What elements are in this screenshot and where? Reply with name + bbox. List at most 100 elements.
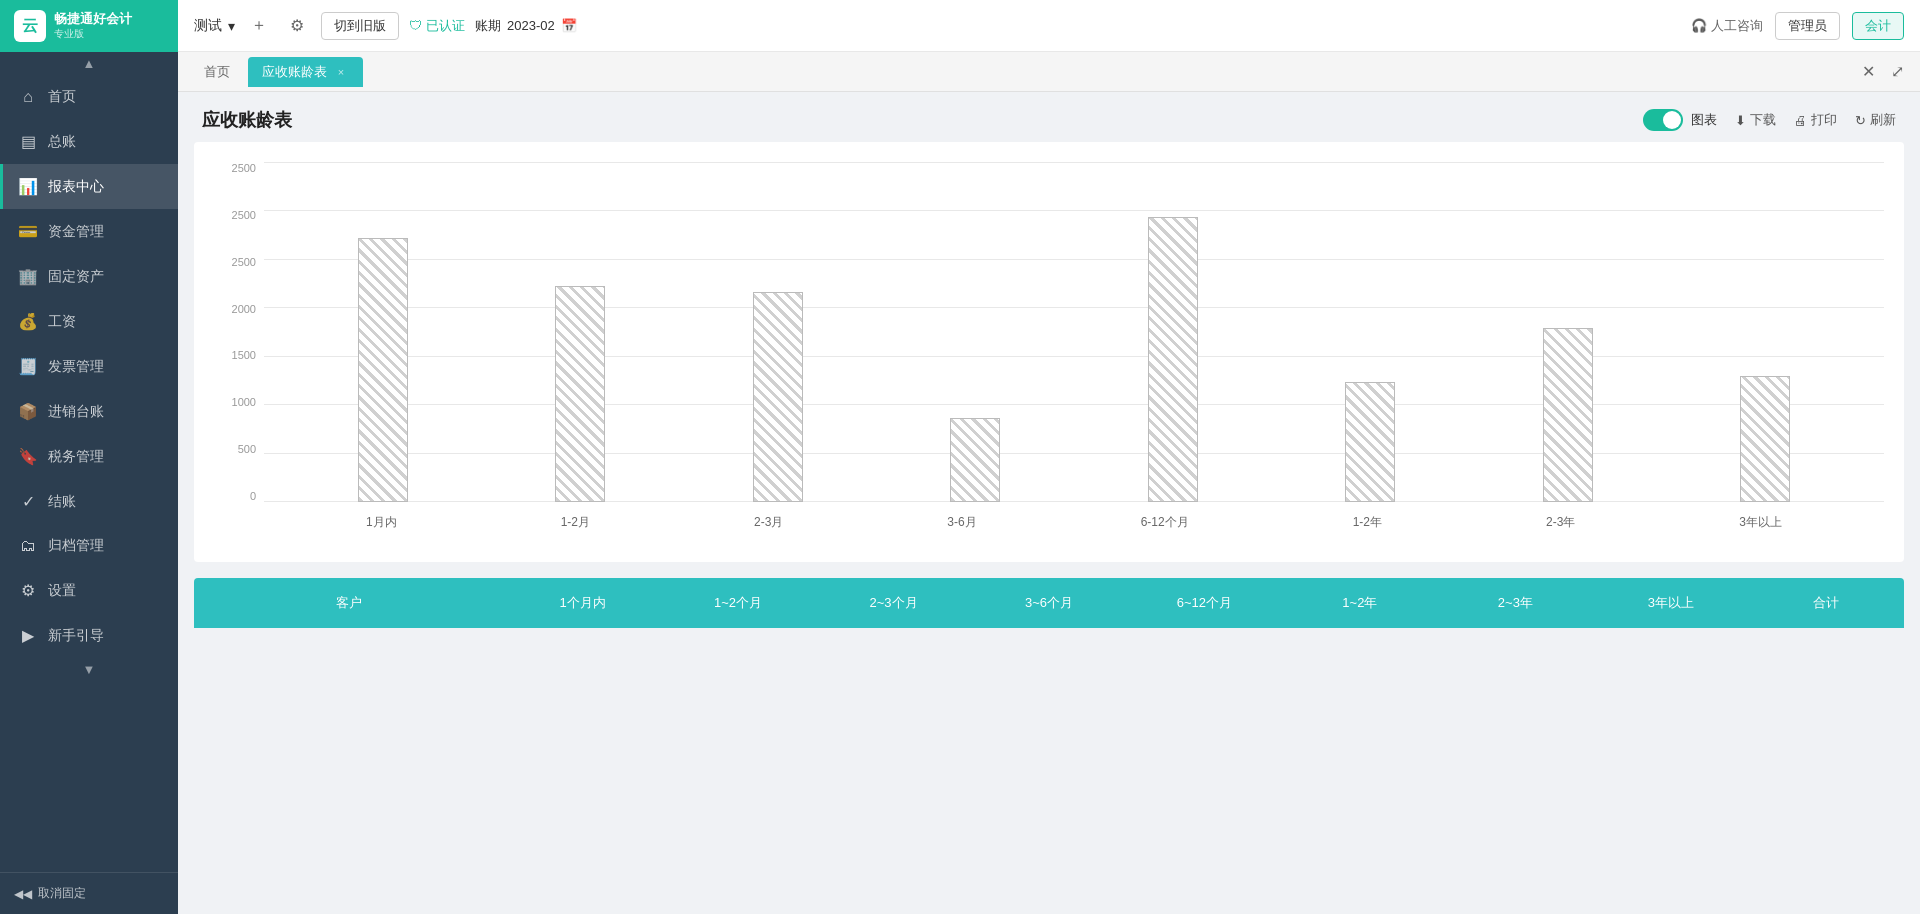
sidebar-item-label: 结账 [48, 493, 76, 511]
sidebar-item-purchase-sales[interactable]: 📦 进销台账 [0, 389, 178, 434]
sidebar-item-guide[interactable]: ▶ 新手引导 [0, 613, 178, 658]
bar-rect-5 [1345, 382, 1395, 502]
purchase-icon: 📦 [18, 402, 38, 421]
sidebar-item-tax[interactable]: 🔖 税务管理 [0, 434, 178, 479]
ledger-icon: ▤ [18, 132, 38, 151]
y-label-2000: 2000 [232, 303, 256, 315]
sidebar-item-payroll[interactable]: 💰 工资 [0, 299, 178, 344]
home-tab-label: 首页 [204, 63, 230, 81]
consult-button[interactable]: 🎧 人工咨询 [1691, 17, 1763, 35]
fixed-assets-icon: 🏢 [18, 267, 38, 286]
manager-button[interactable]: 管理员 [1775, 12, 1840, 40]
page-title: 应收账龄表 [202, 108, 292, 132]
bar-group-1-2月 [555, 286, 605, 502]
sidebar-item-invoice[interactable]: 🧾 发票管理 [0, 344, 178, 389]
sidebar-item-label: 首页 [48, 88, 76, 106]
sidebar-item-label: 报表中心 [48, 178, 104, 196]
y-label-2500-2: 2500 [232, 209, 256, 221]
sidebar-item-label: 发票管理 [48, 358, 104, 376]
sidebar-item-home[interactable]: ⌂ 首页 [0, 75, 178, 119]
cert-status: 🛡 已认证 [409, 17, 465, 35]
toggle-track[interactable] [1643, 109, 1683, 131]
calendar-icon[interactable]: 📅 [561, 18, 577, 33]
chart-bars [264, 162, 1884, 502]
accountant-button[interactable]: 会计 [1852, 12, 1904, 40]
tab-close-button[interactable]: ✕ [1858, 58, 1879, 85]
x-label-6: 2-3年 [1546, 514, 1575, 531]
sidebar-item-report-center[interactable]: 📊 报表中心 [0, 164, 178, 209]
download-button[interactable]: ⬇ 下载 [1735, 111, 1776, 129]
page-actions: 图表 ⬇ 下载 🖨 打印 ↻ 刷新 [1643, 109, 1896, 131]
report-icon: 📊 [18, 177, 38, 196]
table-header-cell-8: 3年以上 [1593, 578, 1748, 628]
bar-group-1-2年 [1345, 382, 1395, 502]
download-label: 下载 [1750, 111, 1776, 129]
chart-toggle-label: 图表 [1691, 111, 1717, 129]
table-header-cell-3: 2~3个月 [816, 578, 971, 628]
refresh-button[interactable]: ↻ 刷新 [1855, 111, 1896, 129]
workspace-selector[interactable]: 测试 ▾ [194, 17, 235, 35]
archive-icon: 🗂 [18, 537, 38, 555]
download-icon: ⬇ [1735, 113, 1746, 128]
tab-home[interactable]: 首页 [190, 57, 244, 87]
settings-gear-button[interactable]: ⚙ [283, 12, 311, 40]
sidebar-logo: 云 畅捷通好会计 专业版 [0, 0, 178, 52]
bar-group-3年以上 [1740, 376, 1790, 502]
tab-label: 应收账龄表 [262, 63, 327, 81]
refresh-label: 刷新 [1870, 111, 1896, 129]
sidebar-item-label: 进销台账 [48, 403, 104, 421]
pin-icon: ◀◀ [14, 887, 32, 901]
bar-group-6-12个月 [1148, 217, 1198, 502]
table-header-cell-5: 6~12个月 [1127, 578, 1282, 628]
cert-label: 已认证 [426, 17, 465, 35]
chart-toggle[interactable]: 图表 [1643, 109, 1717, 131]
table-header-cell-9: 合计 [1749, 578, 1904, 628]
period-display: 账期 2023-02 📅 [475, 17, 577, 35]
sidebar-item-label: 资金管理 [48, 223, 104, 241]
tab-receivable-aging[interactable]: 应收账龄表 × [248, 57, 363, 87]
scroll-down-btn[interactable]: ▼ [0, 658, 178, 681]
sidebar-item-label: 工资 [48, 313, 76, 331]
x-label-7: 3年以上 [1739, 514, 1782, 531]
bar-rect-2 [753, 292, 803, 502]
sidebar-item-settings[interactable]: ⚙ 设置 [0, 568, 178, 613]
tax-icon: 🔖 [18, 447, 38, 466]
logo-sub: 专业版 [54, 27, 132, 41]
switch-version-button[interactable]: 切到旧版 [321, 12, 399, 40]
print-button[interactable]: 🖨 打印 [1794, 111, 1837, 129]
table-header-cell-1: 1个月内 [505, 578, 660, 628]
y-label-0: 0 [250, 490, 256, 502]
x-label-1: 1-2月 [561, 514, 590, 531]
table-header-cell-4: 3~6个月 [971, 578, 1126, 628]
x-label-0: 1月内 [366, 514, 397, 531]
topbar-right: 🎧 人工咨询 管理员 会计 [1691, 12, 1904, 40]
sidebar-item-fixed-assets[interactable]: 🏢 固定资产 [0, 254, 178, 299]
sidebar-item-general-ledger[interactable]: ▤ 总账 [0, 119, 178, 164]
x-label-4: 6-12个月 [1141, 514, 1189, 531]
scroll-up-btn[interactable]: ▲ [0, 52, 178, 75]
bar-rect-4 [1148, 217, 1198, 502]
cancel-fixed-btn[interactable]: ◀◀ 取消固定 [0, 872, 178, 914]
y-label-1000: 1000 [232, 396, 256, 408]
y-label-1500: 1500 [232, 349, 256, 361]
sidebar-item-closing[interactable]: ✓ 结账 [0, 479, 178, 524]
x-axis: 1月内1-2月2-3月3-6月6-12个月1-2年2-3年3年以上 [264, 502, 1884, 542]
sidebar-item-label: 新手引导 [48, 627, 104, 645]
bar-rect-7 [1740, 376, 1790, 502]
tab-close-icon[interactable]: × [333, 64, 349, 80]
closing-icon: ✓ [18, 492, 38, 511]
home-icon: ⌂ [18, 88, 38, 106]
add-button[interactable]: ＋ [245, 12, 273, 40]
period-label: 账期 [475, 17, 501, 35]
sidebar-item-label: 总账 [48, 133, 76, 151]
content-area: 应收账龄表 图表 ⬇ 下载 🖨 打印 ↻ 刷新 [178, 92, 1920, 914]
bar-group-3-6月 [950, 418, 1000, 502]
sidebar-item-archive[interactable]: 🗂 归档管理 [0, 524, 178, 568]
sidebar-nav: ▲ ⌂ 首页 ▤ 总账 📊 报表中心 💳 资金管理 🏢 固定资产 💰 工资 🧾 … [0, 52, 178, 872]
workspace-dropdown-icon: ▾ [228, 18, 235, 34]
page-header: 应收账龄表 图表 ⬇ 下载 🖨 打印 ↻ 刷新 [178, 92, 1920, 142]
sidebar-item-fund-management[interactable]: 💳 资金管理 [0, 209, 178, 254]
tab-expand-button[interactable]: ⤢ [1887, 58, 1908, 85]
y-label-2500-3: 2500 [232, 256, 256, 268]
sidebar-item-label: 设置 [48, 582, 76, 600]
